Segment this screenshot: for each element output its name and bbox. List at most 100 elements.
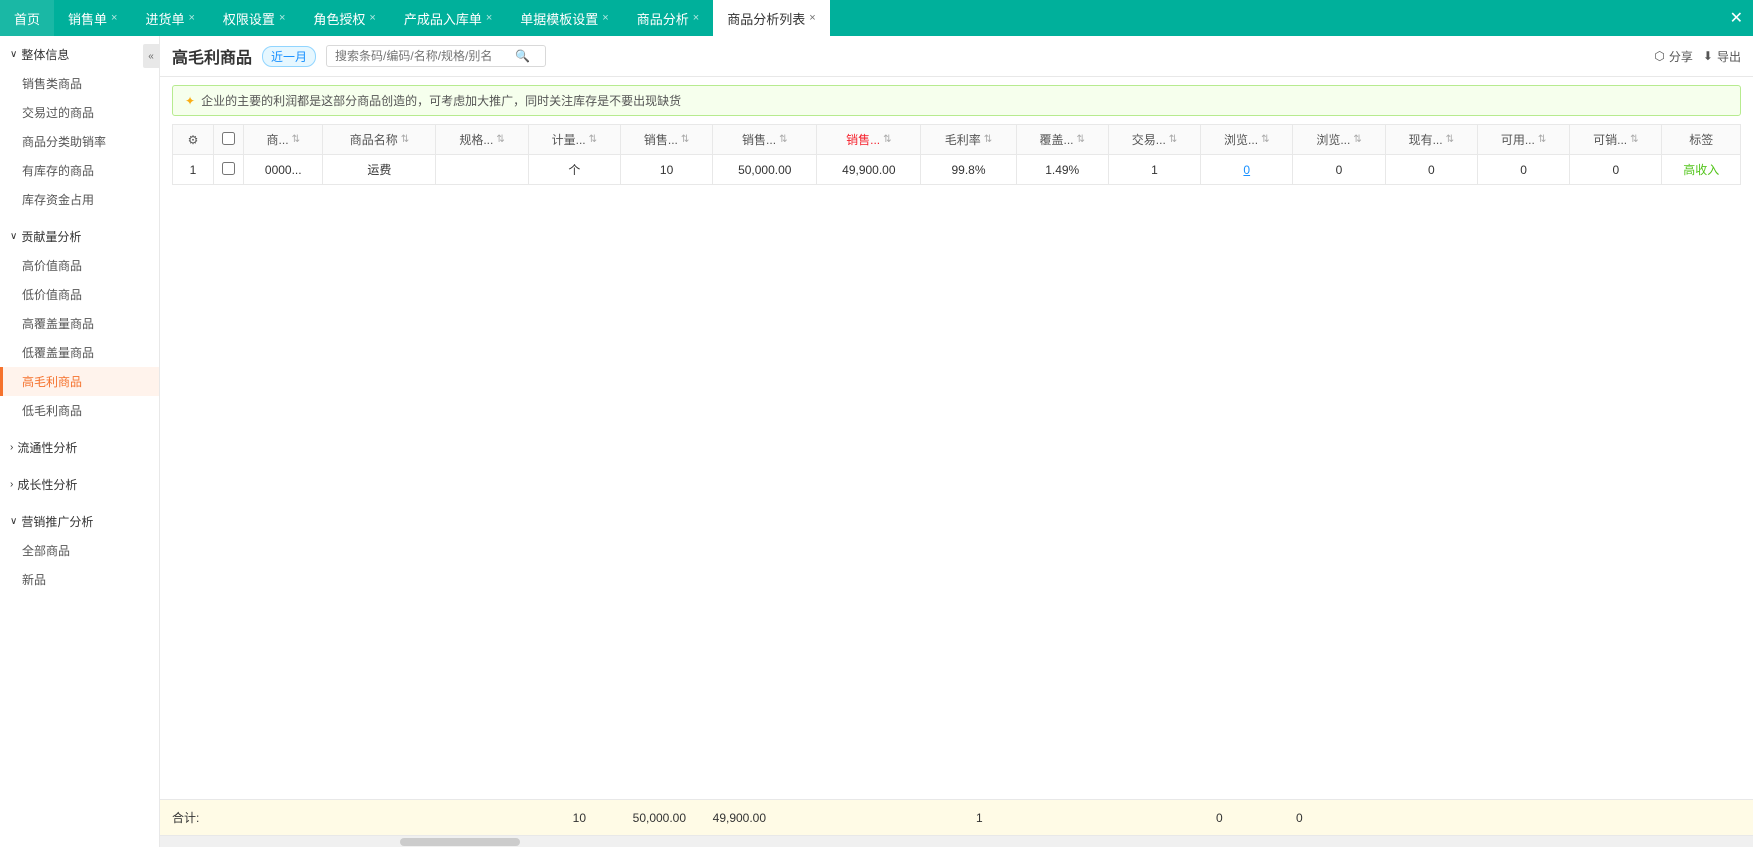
col-header-views2[interactable]: 浏览... ⇅ — [1293, 125, 1385, 155]
export-button[interactable]: ⬇ 导出 — [1703, 48, 1741, 65]
close-icon[interactable]: × — [111, 12, 117, 24]
sidebar-item-stock-capital[interactable]: 库存资金占用 — [0, 185, 159, 214]
close-icon[interactable]: × — [188, 12, 194, 24]
sort-icon[interactable]: ⇅ — [1169, 134, 1177, 145]
sidebar-item-new-goods[interactable]: 新品 — [0, 565, 159, 594]
sidebar-item-instock-goods[interactable]: 有库存的商品 — [0, 156, 159, 185]
sort-icon[interactable]: ⇅ — [1630, 134, 1638, 145]
sort-icon[interactable]: ⇅ — [401, 134, 409, 145]
data-table: ⚙ 商... ⇅ 商品名称 — [172, 124, 1741, 185]
nav-template-settings[interactable]: 单据模板设置 × — [506, 0, 622, 36]
nav-roles[interactable]: 角色授权 × — [299, 0, 389, 36]
row-select-checkbox[interactable] — [222, 162, 235, 175]
footer-available: 0 — [1259, 811, 1339, 825]
sort-icon[interactable]: ⇅ — [1353, 134, 1361, 145]
period-badge[interactable]: 近一月 — [262, 46, 316, 67]
sidebar-item-traded-goods[interactable]: 交易过的商品 — [0, 98, 159, 127]
sidebar-item-low-margin[interactable]: 低毛利商品 — [0, 396, 159, 425]
row-code: 0000... — [244, 155, 323, 185]
info-icon: ✦ — [185, 94, 195, 108]
col-header-spec[interactable]: 规格... ⇅ — [436, 125, 528, 155]
close-icon[interactable]: × — [693, 12, 699, 24]
sort-icon[interactable]: ⇅ — [1077, 134, 1085, 145]
sidebar-item-high-margin[interactable]: 高毛利商品 — [0, 367, 159, 396]
sort-icon[interactable]: ⇅ — [883, 134, 891, 145]
sidebar-item-low-coverage[interactable]: 低覆盖量商品 — [0, 338, 159, 367]
footer-sales-amount: 50,000.00 — [619, 811, 699, 825]
sidebar-section-header-contribution[interactable]: ∨ 贡献量分析 — [0, 222, 159, 251]
sidebar-section-header-growth[interactable]: › 成长性分析 — [0, 470, 159, 499]
search-input[interactable] — [335, 49, 515, 63]
close-icon[interactable]: × — [486, 12, 492, 24]
col-header-code[interactable]: 商... ⇅ — [244, 125, 323, 155]
col-header-coverage[interactable]: 覆盖... ⇅ — [1016, 125, 1108, 155]
chevron-right-icon: › — [10, 479, 13, 490]
sort-icon[interactable]: ⇅ — [1446, 134, 1454, 145]
sort-icon[interactable]: ⇅ — [1261, 134, 1269, 145]
export-icon: ⬇ — [1703, 49, 1713, 63]
settings-col-header[interactable]: ⚙ — [173, 125, 214, 155]
sidebar-item-low-value[interactable]: 低价值商品 — [0, 280, 159, 309]
close-icon[interactable]: × — [602, 12, 608, 24]
footer-sales-profit: 49,900.00 — [699, 811, 779, 825]
col-header-gross-margin[interactable]: 毛利率 ⇅ — [921, 125, 1016, 155]
nav-home[interactable]: 首页 — [0, 0, 54, 36]
col-header-current-stock[interactable]: 现有... ⇅ — [1385, 125, 1477, 155]
chevron-down-icon: ∨ — [10, 516, 17, 527]
chevron-down-icon: ∨ — [10, 49, 17, 60]
nav-product-analysis-list[interactable]: 商品分析列表 × — [713, 0, 829, 36]
close-icon[interactable]: × — [279, 12, 285, 24]
sort-icon[interactable]: ⇅ — [984, 134, 992, 145]
settings-icon[interactable]: ⚙ — [188, 133, 199, 147]
table-container[interactable]: ⚙ 商... ⇅ 商品名称 — [160, 124, 1753, 799]
sort-icon[interactable]: ⇅ — [589, 134, 597, 145]
row-checkbox[interactable] — [214, 155, 244, 185]
col-header-saleable[interactable]: 可销... ⇅ — [1570, 125, 1662, 155]
sort-icon[interactable]: ⇅ — [1538, 134, 1546, 145]
sort-icon[interactable]: ⇅ — [681, 134, 689, 145]
col-header-available[interactable]: 可用... ⇅ — [1477, 125, 1569, 155]
sidebar-collapse-button[interactable]: « — [143, 44, 159, 68]
col-header-sales-amount[interactable]: 销售... ⇅ — [713, 125, 817, 155]
search-box[interactable]: 🔍 — [326, 45, 546, 67]
share-button[interactable]: ⬡ 分享 — [1654, 48, 1693, 65]
sidebar: « ∨ 整体信息 销售类商品 交易过的商品 商品分类助销率 有库存的商品 库存资… — [0, 36, 160, 847]
close-icon[interactable]: × — [809, 12, 815, 24]
checkbox-col-header[interactable] — [214, 125, 244, 155]
content-area: 高毛利商品 近一月 🔍 ⬡ 分享 ⬇ 导出 ✦ 企业的主要的利润都是这部分商品创… — [160, 36, 1753, 847]
footer-current-stock: 0 — [1179, 811, 1259, 825]
sidebar-section-contribution: ∨ 贡献量分析 高价值商品 低价值商品 高覆盖量商品 低覆盖量商品 高毛利商品 … — [0, 218, 159, 429]
row-current-stock: 0 — [1385, 155, 1477, 185]
sidebar-section-marketing: ∨ 营销推广分析 全部商品 新品 — [0, 503, 159, 598]
nav-sales[interactable]: 销售单 × — [54, 0, 131, 36]
scrollbar-thumb[interactable] — [400, 838, 520, 846]
row-views1[interactable]: 0 — [1201, 155, 1293, 185]
nav-purchase[interactable]: 进货单 × — [131, 0, 208, 36]
close-icon[interactable]: × — [369, 12, 375, 24]
col-header-sales-profit[interactable]: 销售... ⇅ — [817, 125, 921, 155]
sidebar-section-header-overall[interactable]: ∨ 整体信息 — [0, 40, 159, 69]
search-icon[interactable]: 🔍 — [515, 49, 530, 63]
col-header-sales-count[interactable]: 销售... ⇅ — [620, 125, 712, 155]
nav-product-inbound[interactable]: 产成品入库单 × — [390, 0, 506, 36]
window-close-icon[interactable]: ✕ — [1730, 8, 1743, 28]
nav-permissions[interactable]: 权限设置 × — [209, 0, 299, 36]
col-header-transaction[interactable]: 交易... ⇅ — [1108, 125, 1200, 155]
sort-icon[interactable]: ⇅ — [496, 134, 504, 145]
sidebar-item-high-coverage[interactable]: 高覆盖量商品 — [0, 309, 159, 338]
sidebar-item-high-value[interactable]: 高价值商品 — [0, 251, 159, 280]
sort-icon[interactable]: ⇅ — [292, 134, 300, 145]
sidebar-item-all-goods[interactable]: 全部商品 — [0, 536, 159, 565]
sidebar-item-category-assist[interactable]: 商品分类助销率 — [0, 127, 159, 156]
footer-sales-count: 10 — [539, 811, 619, 825]
horizontal-scrollbar[interactable] — [160, 835, 1753, 847]
sidebar-section-header-circulation[interactable]: › 流通性分析 — [0, 433, 159, 462]
col-header-views1[interactable]: 浏览... ⇅ — [1201, 125, 1293, 155]
sidebar-section-header-marketing[interactable]: ∨ 营销推广分析 — [0, 507, 159, 536]
sidebar-item-sales-goods[interactable]: 销售类商品 — [0, 69, 159, 98]
sort-icon[interactable]: ⇅ — [779, 134, 787, 145]
nav-product-analysis[interactable]: 商品分析 × — [623, 0, 713, 36]
col-header-unit[interactable]: 计量... ⇅ — [528, 125, 620, 155]
col-header-name[interactable]: 商品名称 ⇅ — [323, 125, 436, 155]
select-all-checkbox[interactable] — [222, 132, 235, 145]
